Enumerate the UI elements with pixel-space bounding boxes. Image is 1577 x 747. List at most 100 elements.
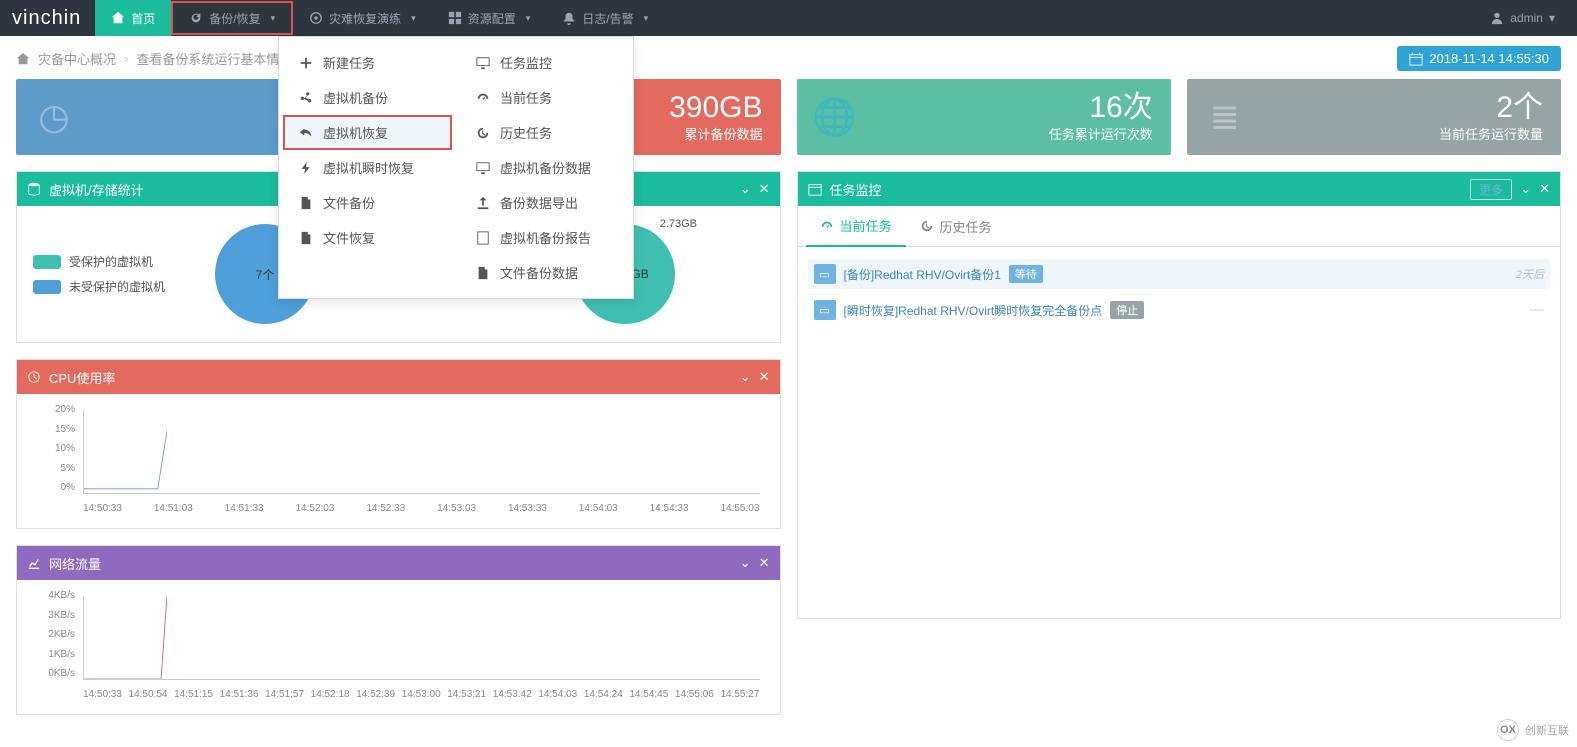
calendar-icon	[1409, 52, 1423, 66]
x-tick: 14:55:06	[675, 689, 714, 700]
x-tick: 14:51:36	[220, 689, 259, 700]
x-tick: 14:55:27	[720, 689, 759, 700]
x-tick: 14:54:24	[584, 689, 623, 700]
collapse-icon[interactable]: ⌄	[740, 369, 751, 385]
panel-cpu: CPU使用率 ⌄ ✕ 0%5%10%15%20%14:50:3314:51:03…	[16, 359, 781, 529]
breadcrumb-row: 灾备中心概况 › 查看备份系统运行基本情 2018-11-14 14:55:30	[0, 36, 1577, 79]
history-icon	[920, 219, 934, 233]
network-chart[interactable]: 0KB/s1KB/s2KB/s3KB/s4KB/s14:50:3314:50:5…	[29, 592, 768, 702]
x-tick: 14:53:00	[402, 689, 441, 700]
y-tick: 4KB/s	[29, 590, 75, 601]
breadcrumb: 灾备中心概况 › 查看备份系统运行基本情	[16, 49, 279, 68]
tile-val: 16次	[863, 91, 1153, 124]
panel-title: CPU使用率	[49, 368, 115, 387]
backup-dropdown: 新建任务 虚拟机备份 虚拟机恢复 虚拟机瞬时恢复 文件备份 文件恢复 任务监控 …	[278, 36, 634, 299]
dd-vm-instant[interactable]: 虚拟机瞬时恢复	[279, 150, 456, 185]
chart-icon	[27, 556, 41, 570]
monitor-icon	[476, 56, 490, 70]
dd-vm-backup[interactable]: 虚拟机备份	[279, 80, 456, 115]
close-icon[interactable]: ✕	[759, 369, 770, 385]
nav-backup-label: 备份/恢复	[209, 10, 260, 27]
y-tick: 5%	[29, 463, 75, 474]
dd-task-monitor[interactable]: 任务监控	[456, 45, 633, 80]
panel-title: 网络流量	[49, 554, 101, 573]
dd-backup-export[interactable]: 备份数据导出	[456, 185, 633, 220]
x-tick: 14:50:33	[83, 503, 122, 514]
dd-history-task[interactable]: 历史任务	[456, 115, 633, 150]
tab-current[interactable]: 当前任务	[806, 206, 906, 247]
cpu-chart[interactable]: 0%5%10%15%20%14:50:3314:51:0314:51:3314:…	[29, 406, 768, 516]
plus-icon	[299, 56, 313, 70]
top-nav: vinchin 首页 备份/恢复 ▾ 灾难恢复演练 ▾ 资源配置 ▾ 日志/告警…	[0, 0, 1577, 36]
home-icon	[16, 52, 30, 66]
tile-running[interactable]: ≣ 2个当前任务运行数量	[1187, 79, 1561, 155]
collapse-icon[interactable]: ⌄	[740, 555, 751, 571]
tab-label: 当前任务	[840, 216, 892, 235]
y-tick: 3KB/s	[29, 610, 75, 621]
stat-tiles: ◷ 324系统 ▮▮▮ 390GB累计备份数据 🌐 16次任务累计运行次数 ≣ …	[0, 79, 1577, 171]
panel-network: 网络流量 ⌄ ✕ 0KB/s1KB/s2KB/s3KB/s4KB/s14:50:…	[16, 545, 781, 715]
tile-lbl: 当前任务运行数量	[1253, 124, 1543, 143]
y-tick: 20%	[29, 404, 75, 415]
close-icon[interactable]: ✕	[759, 555, 770, 571]
legend-swatch	[33, 255, 61, 269]
nav-home[interactable]: 首页	[95, 0, 171, 36]
crumb-a[interactable]: 灾备中心概况	[38, 49, 116, 68]
dd-vm-backup-report[interactable]: 虚拟机备份报告	[456, 220, 633, 255]
file-icon	[476, 266, 490, 280]
close-icon[interactable]: ✕	[759, 181, 770, 197]
bell-icon	[562, 11, 576, 25]
x-tick: 14:54:03	[579, 503, 618, 514]
brand-logo: vinchin	[8, 7, 95, 30]
more-button[interactable]: 更多	[1470, 179, 1512, 200]
nav-log[interactable]: 日志/告警 ▾	[546, 0, 664, 36]
x-tick: 14:54:33	[650, 503, 689, 514]
pie-slice-label: 2.73GB	[660, 218, 697, 230]
refresh-icon	[189, 11, 203, 25]
close-icon[interactable]: ✕	[1539, 181, 1550, 197]
collapse-icon[interactable]: ⌄	[740, 181, 751, 197]
dd-vm-backup-data[interactable]: 虚拟机备份数据	[456, 150, 633, 185]
x-tick: 14:53:42	[493, 689, 532, 700]
dd-new-task[interactable]: 新建任务	[279, 45, 456, 80]
dd-current-task[interactable]: 当前任务	[456, 80, 633, 115]
undo-icon	[299, 126, 313, 140]
dd-vm-restore[interactable]: 虚拟机恢复	[283, 115, 452, 150]
main-content: 虚拟机/存储统计 ⌄ ✕ 受保护的虚拟机 未受保护的虚拟机 7个	[0, 171, 1577, 731]
tile-task-count[interactable]: 🌐 16次任务累计运行次数	[797, 79, 1171, 155]
dd-file-restore[interactable]: 文件恢复	[279, 220, 456, 255]
x-tick: 14:55:03	[720, 503, 759, 514]
nav-backup[interactable]: 备份/恢复 ▾	[171, 1, 293, 35]
gauge-icon	[476, 91, 490, 105]
nav-resource[interactable]: 资源配置 ▾	[432, 0, 547, 36]
panel-header: 任务监控 更多 ⌄ ✕	[798, 172, 1561, 206]
panel-body: 0%5%10%15%20%14:50:3314:51:0314:51:3314:…	[17, 394, 780, 528]
nav-log-label: 日志/告警	[582, 10, 633, 27]
report-icon	[476, 231, 490, 245]
chevron-down-icon: ▾	[271, 13, 276, 24]
tab-history[interactable]: 历史任务	[906, 206, 1006, 246]
legend-label: 受保护的虚拟机	[69, 253, 153, 270]
x-tick: 14:52:33	[366, 503, 405, 514]
dd-file-backup-data[interactable]: 文件备份数据	[456, 255, 633, 290]
nav-user-name: admin	[1510, 11, 1543, 25]
task-row[interactable]: ▭ [瞬时恢复]Redhat RHV/Ovirt瞬时恢复完全备份点 停止 ---…	[808, 295, 1551, 325]
collapse-icon[interactable]: ⌄	[1520, 181, 1531, 197]
x-tick: 14:52:03	[295, 503, 334, 514]
nav-user[interactable]: admin ▾	[1476, 11, 1569, 25]
watermark-logo: OX	[1497, 719, 1519, 741]
x-tick: 14:50:33	[83, 689, 122, 700]
legend-label: 未受保护的虚拟机	[69, 278, 165, 295]
x-tick: 14:53:33	[508, 503, 547, 514]
tab-label: 历史任务	[940, 217, 992, 236]
task-list: ▭ [备份]Redhat RHV/Ovirt备份1 等待 2天后 ▭ [瞬时恢复]…	[798, 247, 1561, 343]
panel-title: 任务监控	[830, 180, 882, 199]
panel-title: 虚拟机/存储统计	[49, 180, 144, 199]
nav-dr[interactable]: 灾难恢复演练 ▾	[293, 0, 432, 36]
dd-file-backup[interactable]: 文件备份	[279, 185, 456, 220]
pie-center-label: 7个	[256, 266, 275, 283]
task-row[interactable]: ▭ [备份]Redhat RHV/Ovirt备份1 等待 2天后	[808, 259, 1551, 289]
chevron-down-icon: ▾	[644, 13, 649, 24]
x-tick: 14:51:15	[174, 689, 213, 700]
monitor-icon: ▭	[814, 300, 836, 320]
